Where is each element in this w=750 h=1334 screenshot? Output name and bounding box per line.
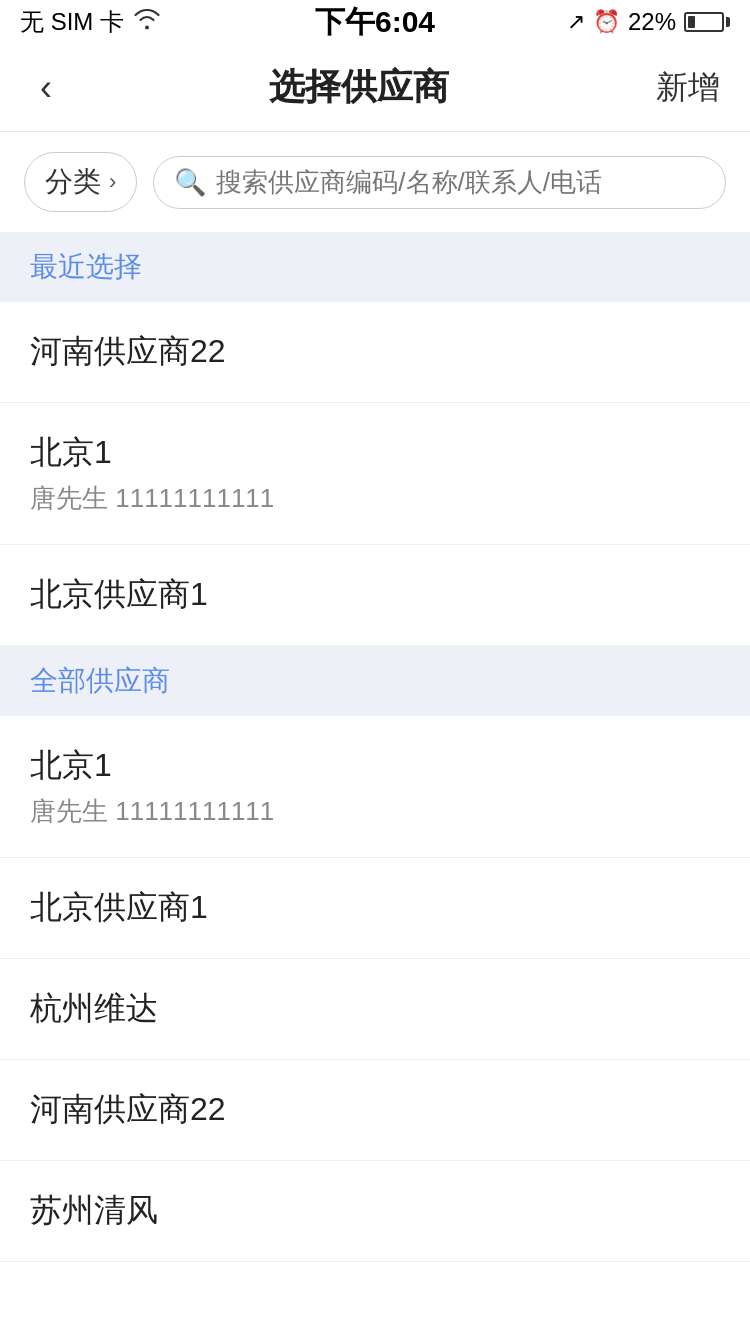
list-item-name: 北京1 — [30, 744, 720, 788]
page-title: 选择供应商 — [269, 63, 449, 112]
section-header-all: 全部供应商 — [0, 646, 750, 716]
status-left: 无 SIM 卡 — [20, 6, 162, 38]
back-button[interactable]: ‹ — [30, 57, 62, 119]
search-input-wrap: 🔍 — [153, 156, 726, 209]
list-item[interactable]: 北京1 唐先生 11111111111 — [0, 716, 750, 858]
list-item[interactable]: 北京供应商1 — [0, 545, 750, 646]
search-bar-area: 分类 › 🔍 — [0, 132, 750, 232]
battery-icon — [684, 12, 730, 32]
sections-container: 最近选择河南供应商22 北京1 唐先生 11111111111 北京供应商1 全部供应商… — [0, 232, 750, 1262]
add-button[interactable]: 新增 — [656, 66, 720, 110]
list-item[interactable]: 河南供应商22 — [0, 1060, 750, 1161]
search-icon: 🔍 — [174, 167, 206, 198]
section-header-recent: 最近选择 — [0, 232, 750, 302]
nav-bar: ‹ 选择供应商 新增 — [0, 44, 750, 132]
list-item-name: 苏州清风 — [30, 1189, 720, 1233]
list-item-sub: 唐先生 11111111111 — [30, 794, 720, 829]
status-bar: 无 SIM 卡 下午6:04 ↗ ⏰ 22% — [0, 0, 750, 44]
list-item-name: 河南供应商22 — [30, 330, 720, 374]
list-item-name: 杭州维达 — [30, 987, 720, 1031]
list-item-name: 北京1 — [30, 431, 720, 475]
list-item-sub: 唐先生 11111111111 — [30, 481, 720, 516]
list-item[interactable]: 杭州维达 — [0, 959, 750, 1060]
list-item[interactable]: 苏州清风 — [0, 1161, 750, 1262]
status-right: ↗ ⏰ 22% — [567, 8, 730, 36]
wifi-icon — [132, 8, 162, 36]
list-item-name: 河南供应商22 — [30, 1088, 720, 1132]
section-label-recent: 最近选择 — [30, 251, 142, 282]
location-icon: ↗ — [567, 9, 585, 35]
carrier-text: 无 SIM 卡 — [20, 6, 124, 38]
section-label-all: 全部供应商 — [30, 665, 170, 696]
search-input[interactable] — [216, 167, 705, 198]
battery-percent: 22% — [628, 8, 676, 36]
status-time: 下午6:04 — [315, 2, 435, 43]
list-item[interactable]: 河南供应商22 — [0, 302, 750, 403]
list-item[interactable]: 北京供应商1 — [0, 858, 750, 959]
list-item[interactable]: 北京1 唐先生 11111111111 — [0, 403, 750, 545]
chevron-right-icon: › — [109, 169, 116, 195]
category-label: 分类 — [45, 163, 101, 201]
list-item-name: 北京供应商1 — [30, 886, 720, 930]
category-button[interactable]: 分类 › — [24, 152, 137, 212]
list-item-name: 北京供应商1 — [30, 573, 720, 617]
alarm-icon: ⏰ — [593, 9, 620, 35]
